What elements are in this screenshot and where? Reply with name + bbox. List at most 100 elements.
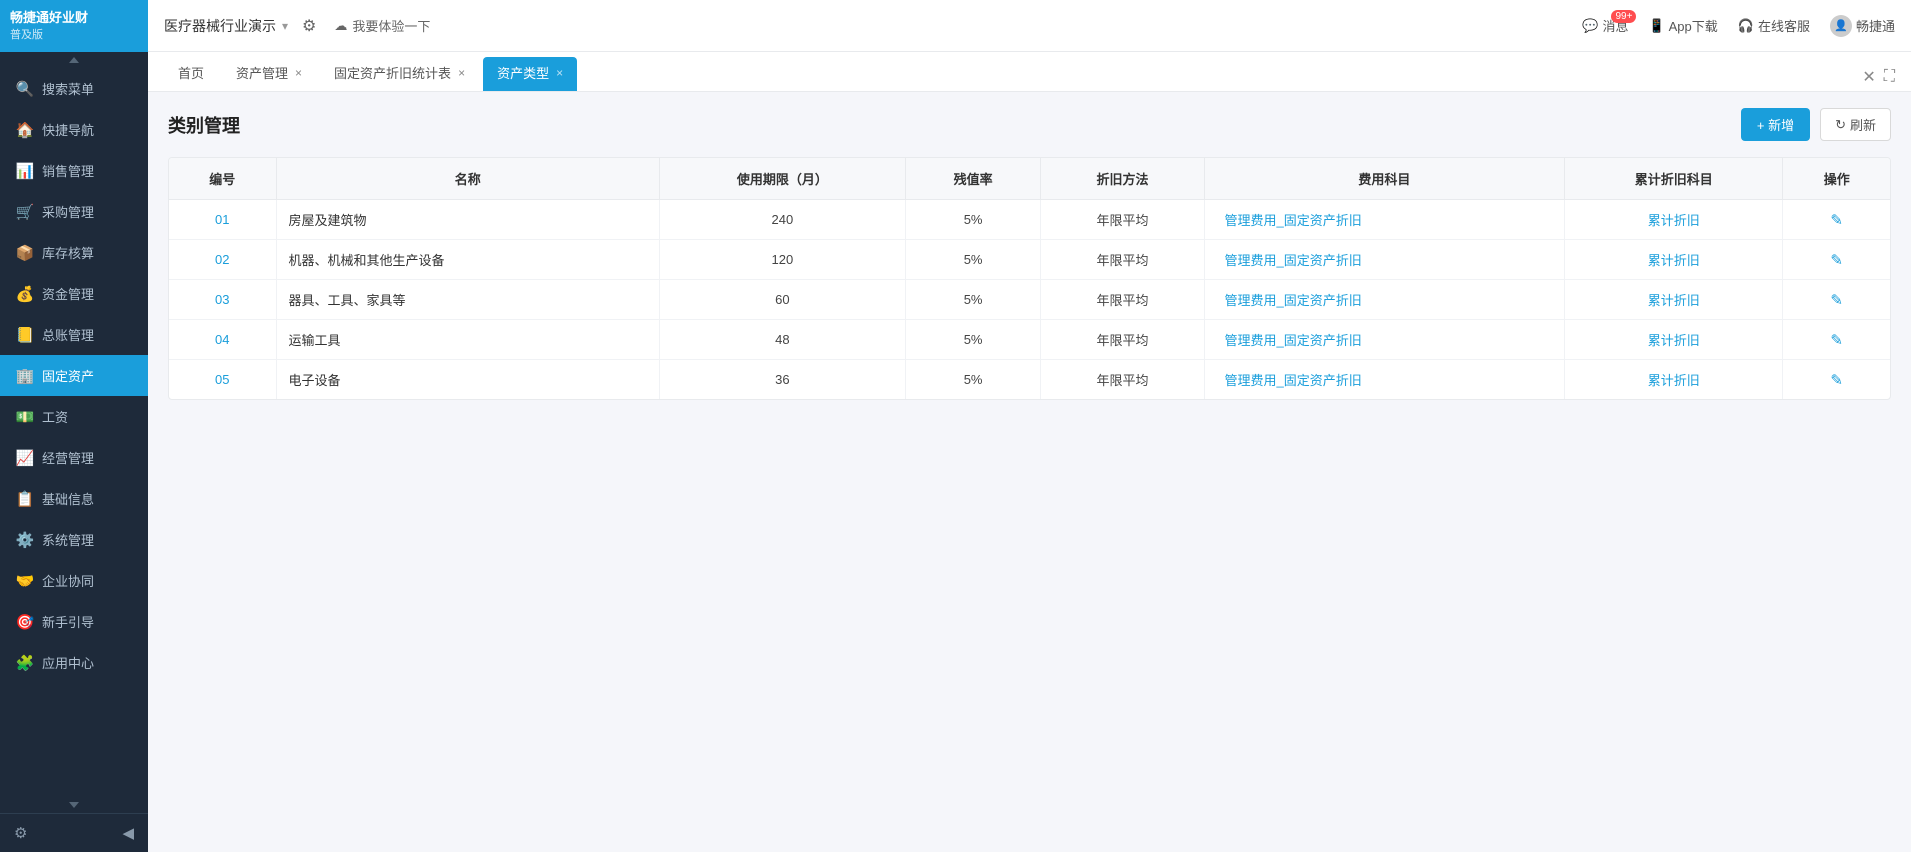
sidebar-item-inventory[interactable]: 📦 库存核算	[0, 232, 148, 273]
sidebar-scroll-down[interactable]	[0, 797, 148, 813]
app-download-button[interactable]: 📱 App下载	[1648, 16, 1717, 35]
sidebar-item-quicknav[interactable]: 🏠 快捷导航	[0, 109, 148, 150]
refresh-button[interactable]: ↻ 刷新	[1820, 108, 1891, 141]
category-table: 编号 名称 使用期限（月） 残值率 折旧方法 费用科目 累计折旧科目 操作 01…	[168, 157, 1891, 400]
sidebar: 畅捷通好业财 普及版 🔍 搜索菜单 🏠 快捷导航 📊 销售管理 🛒 采购管理 📦…	[0, 0, 148, 852]
edit-icon[interactable]: ✎	[1830, 252, 1843, 269]
app-icon: 📱	[1648, 18, 1664, 34]
try-button[interactable]: ☁ 我要体验一下	[334, 16, 430, 35]
ledger-icon: 📒	[16, 326, 34, 344]
sidebar-item-system[interactable]: ⚙️ 系统管理	[0, 519, 148, 560]
settings-icon[interactable]: ⚙	[14, 824, 27, 842]
page-title: 类别管理	[168, 112, 240, 138]
sidebar-item-search[interactable]: 🔍 搜索菜单	[0, 68, 148, 109]
cell-name: 运输工具	[276, 320, 659, 360]
capital-icon: 💰	[16, 285, 34, 303]
close-window-icon[interactable]: ✕	[1862, 67, 1875, 87]
cell-edit[interactable]: ✎	[1783, 360, 1890, 400]
sidebar-item-ledger[interactable]: 📒 总账管理	[0, 314, 148, 355]
sidebar-item-label: 系统管理	[42, 530, 94, 549]
sidebar-item-operation[interactable]: 📈 经营管理	[0, 437, 148, 478]
user-button[interactable]: 👤 畅捷通	[1830, 15, 1895, 37]
tab-depreciation[interactable]: 固定资产折旧统计表 ×	[320, 57, 479, 91]
cell-accum: 累计折旧	[1565, 240, 1783, 280]
chevron-down-icon: ▾	[282, 19, 288, 33]
sidebar-item-label: 资金管理	[42, 284, 94, 303]
new-button[interactable]: + 新增	[1741, 108, 1810, 141]
refresh-label: 刷新	[1850, 115, 1876, 134]
sidebar-scroll-up[interactable]	[0, 52, 148, 68]
cell-period: 48	[660, 320, 906, 360]
cell-edit[interactable]: ✎	[1783, 280, 1890, 320]
service-label: 在线客服	[1758, 16, 1810, 35]
edit-icon[interactable]: ✎	[1830, 332, 1843, 349]
operation-icon: 📈	[16, 449, 34, 467]
tab-asset-type-label: 资产类型	[497, 63, 549, 82]
tab-asset-mgmt-close[interactable]: ×	[295, 66, 302, 80]
edit-icon[interactable]: ✎	[1830, 292, 1843, 309]
sidebar-footer: ⚙ ◀	[0, 813, 148, 852]
sidebar-item-label: 企业协同	[42, 571, 94, 590]
edit-icon[interactable]: ✎	[1830, 372, 1843, 389]
gear-icon[interactable]: ⚙	[298, 12, 320, 40]
service-icon: 🎧	[1738, 18, 1754, 34]
cell-residual: 5%	[905, 360, 1041, 400]
edit-icon[interactable]: ✎	[1830, 212, 1843, 229]
sidebar-item-label: 新手引导	[42, 612, 94, 631]
cell-edit[interactable]: ✎	[1783, 200, 1890, 240]
cell-edit[interactable]: ✎	[1783, 240, 1890, 280]
cell-name: 器具、工具、家具等	[276, 280, 659, 320]
sidebar-item-salary[interactable]: 💵 工资	[0, 396, 148, 437]
cell-subject: 管理费用_固定资产折旧	[1204, 240, 1565, 280]
tab-asset-type-close[interactable]: ×	[556, 66, 563, 80]
cell-period: 60	[660, 280, 906, 320]
tab-depreciation-close[interactable]: ×	[458, 66, 465, 80]
tab-depreciation-label: 固定资产折旧统计表	[334, 63, 451, 82]
sidebar-item-capital[interactable]: 💰 资金管理	[0, 273, 148, 314]
sidebar-item-label: 固定资产	[42, 366, 94, 385]
cell-edit[interactable]: ✎	[1783, 320, 1890, 360]
cell-subject: 管理费用_固定资产折旧	[1204, 200, 1565, 240]
cell-residual: 5%	[905, 280, 1041, 320]
cell-period: 36	[660, 360, 906, 400]
sidebar-item-label: 工资	[42, 407, 68, 426]
cell-period: 120	[660, 240, 906, 280]
guide-icon: 🎯	[16, 613, 34, 631]
service-button[interactable]: 🎧 在线客服	[1738, 16, 1810, 35]
tab-home[interactable]: 首页	[164, 57, 218, 91]
message-button[interactable]: 💬 消息 99+	[1582, 16, 1628, 35]
sidebar-item-collab[interactable]: 🤝 企业协同	[0, 560, 148, 601]
inventory-icon: 📦	[16, 244, 34, 262]
topbar-title: 医疗器械行业演示 ▾	[164, 16, 288, 36]
col-action: 操作	[1783, 158, 1890, 200]
cell-subject: 管理费用_固定资产折旧	[1204, 360, 1565, 400]
sidebar-item-purchase[interactable]: 🛒 采购管理	[0, 191, 148, 232]
col-residual: 残值率	[905, 158, 1041, 200]
apps-icon: 🧩	[16, 654, 34, 672]
sidebar-item-basic[interactable]: 📋 基础信息	[0, 478, 148, 519]
maximize-icon[interactable]: ⛶	[1884, 68, 1895, 86]
cell-code: 03	[169, 280, 276, 320]
sidebar-item-guide[interactable]: 🎯 新手引导	[0, 601, 148, 642]
sidebar-item-label: 销售管理	[42, 161, 94, 180]
table-row: 02 机器、机械和其他生产设备 120 5% 年限平均 管理费用_固定资产折旧 …	[169, 240, 1890, 280]
sidebar-item-fixed[interactable]: 🏢 固定资产	[0, 355, 148, 396]
avatar-icon: 👤	[1830, 15, 1852, 37]
sidebar-item-sales[interactable]: 📊 销售管理	[0, 150, 148, 191]
sidebar-logo-sub: 普及版	[10, 26, 88, 42]
cell-method: 年限平均	[1041, 320, 1204, 360]
sidebar-item-label: 库存核算	[42, 243, 94, 262]
cloud-icon: ☁	[334, 18, 347, 34]
tab-asset-type[interactable]: 资产类型 ×	[483, 57, 577, 91]
sidebar-item-apps[interactable]: 🧩 应用中心	[0, 642, 148, 683]
col-name: 名称	[276, 158, 659, 200]
cell-accum: 累计折旧	[1565, 280, 1783, 320]
system-icon: ⚙️	[16, 531, 34, 549]
topbar: 医疗器械行业演示 ▾ ⚙ ☁ 我要体验一下 💬 消息 99+ 📱 App下载 🎧…	[148, 0, 1911, 52]
tabbar: 首页 资产管理 × 固定资产折旧统计表 × 资产类型 × ✕ ⛶	[148, 52, 1911, 92]
sidebar-item-label: 采购管理	[42, 202, 94, 221]
collapse-icon[interactable]: ◀	[122, 824, 134, 842]
basic-icon: 📋	[16, 490, 34, 508]
tab-asset-mgmt[interactable]: 资产管理 ×	[222, 57, 316, 91]
app-label: App下载	[1669, 16, 1718, 35]
